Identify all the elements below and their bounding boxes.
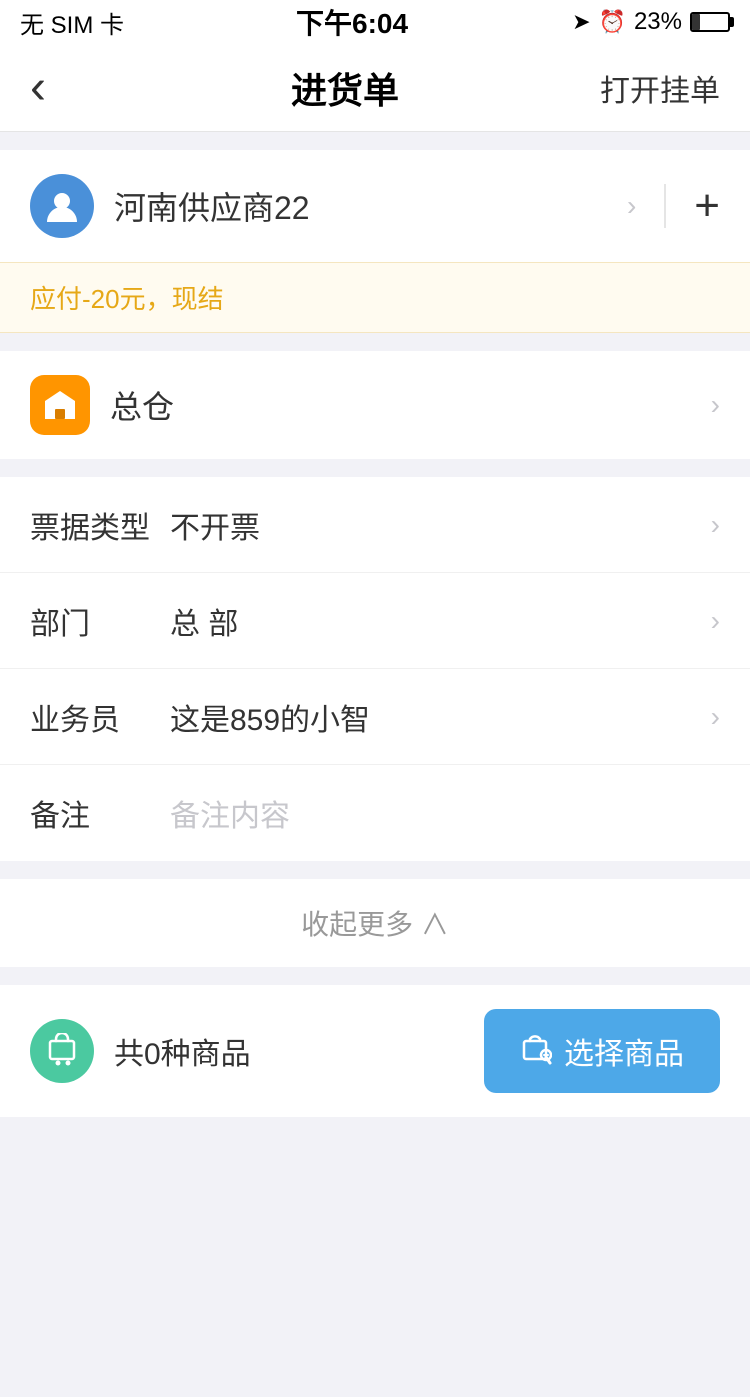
page-title: 进货单 [291, 62, 399, 114]
warehouse-section[interactable]: 总仓 › [0, 351, 750, 459]
salesperson-chevron-icon: › [711, 701, 720, 733]
back-button[interactable]: ‹ [30, 60, 90, 115]
status-bar: 无 SIM 卡 下午6:04 ➤ ⏰ 23% [0, 0, 750, 44]
status-left: 无 SIM 卡 [20, 5, 132, 40]
warehouse-icon [42, 387, 78, 423]
supplier-section: 河南供应商22 › + 应付-20元，现结 [0, 150, 750, 333]
invoice-type-chevron-icon: › [711, 509, 720, 541]
department-chevron-icon: › [711, 605, 720, 637]
select-product-label: 选择商品 [564, 1029, 684, 1073]
warehouse-icon-wrap [30, 375, 90, 435]
user-icon [44, 188, 80, 224]
select-product-button[interactable]: 选择商品 [484, 1009, 720, 1093]
alarm-icon: ⏰ [599, 9, 626, 35]
open-pending-button[interactable]: 打开挂单 [600, 66, 720, 110]
gray-area [0, 1117, 750, 1397]
product-count-label: 共0种商品 [114, 1029, 464, 1073]
supplier-name: 河南供应商22 [114, 183, 627, 229]
warehouse-chevron-icon: › [711, 389, 720, 421]
supplier-avatar [30, 174, 94, 238]
department-row[interactable]: 部门 总 部 › [0, 573, 750, 669]
remarks-input[interactable]: 备注内容 [150, 791, 720, 835]
supplier-chevron-icon: › [627, 190, 636, 222]
product-icon-wrap [30, 1019, 94, 1083]
nav-bar: ‹ 进货单 打开挂单 [0, 44, 750, 132]
cart-icon [44, 1033, 80, 1069]
remarks-label: 备注 [30, 791, 150, 835]
battery-label: 23% [634, 8, 682, 36]
department-value: 总 部 [150, 599, 711, 643]
bottom-bar: 共0种商品 选择商品 [0, 985, 750, 1117]
location-icon: ➤ [572, 9, 590, 35]
notice-text: 应付-20元，现结 [30, 284, 224, 314]
remarks-row[interactable]: 备注 备注内容 [0, 765, 750, 861]
supplier-row[interactable]: 河南供应商22 › + [0, 150, 750, 262]
invoice-type-value: 不开票 [150, 503, 711, 547]
collapse-button[interactable]: 收起更多 ∧ [0, 879, 750, 967]
warehouse-name: 总仓 [110, 382, 711, 428]
invoice-type-row[interactable]: 票据类型 不开票 › [0, 477, 750, 573]
notice-banner: 应付-20元，现结 [0, 262, 750, 333]
time-label: 下午6:04 [296, 2, 408, 42]
form-section: 票据类型 不开票 › 部门 总 部 › 业务员 这是859的小智 › 备注 备注… [0, 477, 750, 861]
carrier-label: 无 SIM 卡 [20, 5, 124, 40]
supplier-divider [664, 184, 666, 228]
battery-icon [690, 12, 730, 32]
collapse-label: 收起更多 ∧ [301, 903, 449, 943]
salesperson-label: 业务员 [30, 695, 150, 739]
salesperson-value: 这是859的小智 [150, 695, 711, 739]
add-supplier-button[interactable]: + [694, 184, 720, 228]
department-label: 部门 [30, 599, 150, 643]
salesperson-row[interactable]: 业务员 这是859的小智 › [0, 669, 750, 765]
select-product-icon [520, 1035, 552, 1067]
invoice-type-label: 票据类型 [30, 503, 150, 547]
status-right: ➤ ⏰ 23% [572, 8, 730, 36]
